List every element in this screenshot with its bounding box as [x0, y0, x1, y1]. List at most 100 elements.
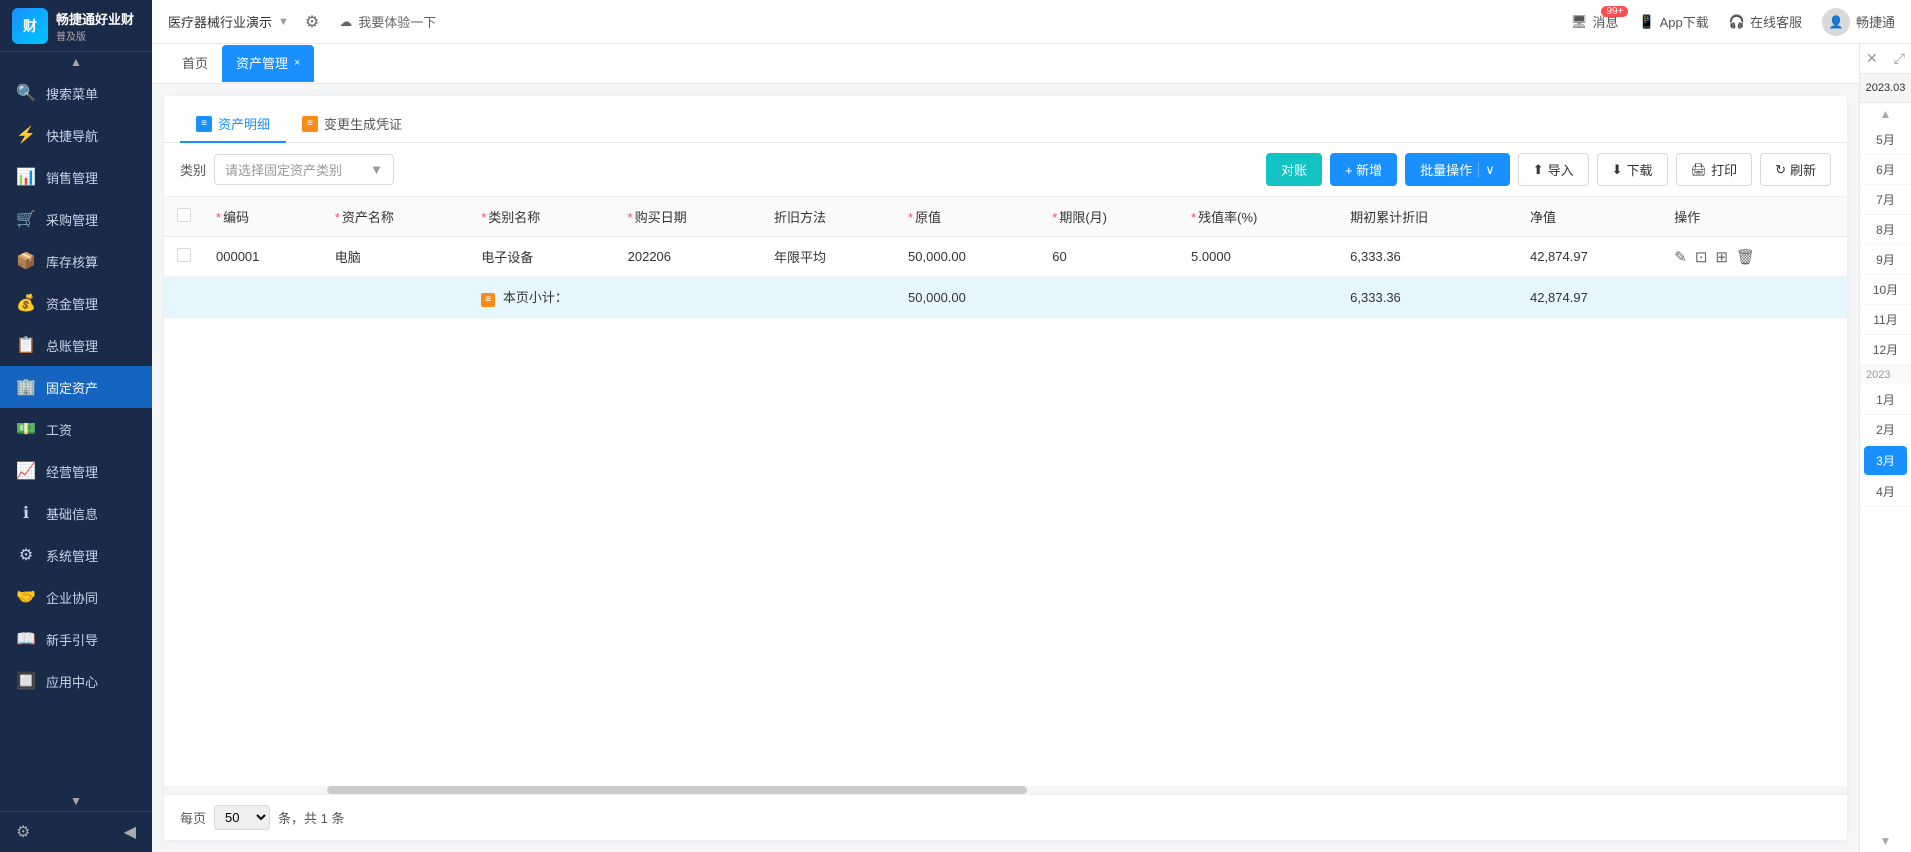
batch-dropdown-arrow-icon[interactable]: ∨ — [1478, 162, 1495, 178]
more-button[interactable]: ⊞ — [1715, 248, 1728, 266]
sidebar-scroll-down[interactable]: ▼ — [0, 791, 152, 811]
inventory-icon: 📦 — [16, 251, 36, 271]
tab-home-label: 首页 — [182, 53, 208, 72]
app-download-button[interactable]: 📱 App下载 — [1638, 12, 1708, 31]
topbar-settings-icon[interactable]: ⚙ — [305, 12, 319, 32]
delete-button[interactable]: 🗑 — [1736, 248, 1755, 266]
subtotal-empty-1 — [164, 277, 204, 318]
sidebar-item-label: 库存核算 — [46, 252, 98, 271]
tab-close-icon[interactable]: × — [294, 57, 300, 69]
sidebar-item-quicknav[interactable]: ⚡ 快捷导航 — [0, 114, 152, 156]
month-11[interactable]: 11月 — [1860, 305, 1911, 335]
sidebar-item-inventory[interactable]: 📦 库存核算 — [0, 240, 152, 282]
filter-select-arrow-icon: ▼ — [370, 162, 383, 177]
month-5[interactable]: 5月 — [1860, 125, 1911, 155]
right-panel-header: 2023.03 — [1860, 74, 1911, 103]
edit-button[interactable]: ✎ — [1674, 248, 1687, 266]
select-all-checkbox[interactable] — [177, 208, 191, 222]
row-actions: ✎ ⊡ ⊞ 🗑 — [1662, 237, 1847, 277]
copy-button[interactable]: ⊡ — [1695, 248, 1708, 266]
month-8[interactable]: 8月 — [1860, 215, 1911, 245]
sub-tab-change-voucher[interactable]: ≡ 变更生成凭证 — [286, 106, 418, 143]
sidebar-item-basic-info[interactable]: ℹ 基础信息 — [0, 492, 152, 534]
row-checkbox[interactable] — [177, 248, 191, 262]
asset-table: *编码 *资产名称 *类别名称 *购买日期 折旧方法 *原值 *期限(月) *残… — [164, 197, 1847, 318]
th-initial-accumulated: 期初累计折旧 — [1338, 197, 1518, 237]
per-page-select[interactable]: 50 100 — [214, 805, 270, 830]
company-selector[interactable]: 医疗器械行业演示 ▼ — [168, 12, 289, 31]
company-name: 医疗器械行业演示 — [168, 12, 272, 31]
batch-button[interactable]: 批量操作 ∨ — [1405, 153, 1510, 186]
action-buttons: ✎ ⊡ ⊞ 🗑 — [1674, 248, 1835, 266]
import-button[interactable]: ⬆ 导入 — [1518, 153, 1589, 186]
right-panel: ✕ ⤢ 2023.03 ▲ 5月 6月 7月 8月 9月 10月 11月 12月… — [1859, 44, 1911, 852]
month-12[interactable]: 12月 — [1860, 335, 1911, 365]
right-panel-controls: ✕ ⤢ — [1860, 44, 1911, 74]
subtotal-empty-6 — [1662, 277, 1847, 318]
change-voucher-tab-icon: ≡ — [302, 116, 318, 132]
collapse-sidebar-icon[interactable]: ◀ — [124, 822, 136, 842]
message-button[interactable]: 🖥 消息 99+ — [1571, 12, 1619, 31]
customer-service-button[interactable]: 🎧 在线客服 — [1729, 12, 1802, 31]
filter-area: 类别 请选择固定资产类别 ▼ — [180, 154, 394, 185]
sub-tab-asset-detail[interactable]: ≡ 资产明细 — [180, 106, 286, 143]
experience-button[interactable]: ☁ 我要体验一下 — [339, 12, 436, 31]
sidebar-item-payroll[interactable]: 💵 工资 — [0, 408, 152, 450]
month-2023-3[interactable]: 3月 — [1864, 446, 1907, 476]
refresh-button[interactable]: ↻ 刷新 — [1760, 153, 1831, 186]
month-2023-1[interactable]: 1月 — [1860, 385, 1911, 415]
month-10[interactable]: 10月 — [1860, 275, 1911, 305]
sidebar-item-fixed-assets[interactable]: 🏢 固定资产 — [0, 366, 152, 408]
row-original-value: 50,000.00 — [896, 237, 1040, 277]
sales-icon: 📊 — [16, 167, 36, 187]
settings-bottom-icon[interactable]: ⚙ — [16, 822, 30, 842]
month-6[interactable]: 6月 — [1860, 155, 1911, 185]
sidebar-item-finance[interactable]: 💰 资金管理 — [0, 282, 152, 324]
finance-icon: 💰 — [16, 293, 36, 313]
ledger-icon: 📋 — [16, 335, 36, 355]
tab-home[interactable]: 首页 — [168, 45, 222, 82]
download-button[interactable]: ⬇ 下载 — [1597, 153, 1668, 186]
inner-page: ≡ 资产明细 ≡ 变更生成凭证 类别 请选择固定资产类 — [152, 84, 1859, 852]
sidebar-item-label: 企业协同 — [46, 588, 98, 607]
sidebar-item-operations[interactable]: 📈 经营管理 — [0, 450, 152, 492]
sidebar-item-label: 经营管理 — [46, 462, 98, 481]
sidebar-scroll-up[interactable]: ▲ — [0, 52, 152, 72]
purchase-icon: 🛒 — [16, 209, 36, 229]
sub-tab-asset-detail-label: 资产明细 — [218, 114, 270, 133]
right-panel-scroll-up[interactable]: ▲ — [1860, 103, 1911, 125]
tab-asset-management[interactable]: 资产管理 × — [222, 45, 314, 82]
sidebar-bottom: ⚙ ◀ — [0, 811, 152, 852]
sidebar-item-guide[interactable]: 📖 新手引导 — [0, 618, 152, 660]
sidebar-item-label: 资金管理 — [46, 294, 98, 313]
right-panel-years: 5月 6月 7月 8月 9月 10月 11月 12月 2023 1月 2月 3月… — [1860, 125, 1911, 830]
sidebar-item-search[interactable]: 🔍 搜索菜单 — [0, 72, 152, 114]
sidebar-item-cooperation[interactable]: 🤝 企业协同 — [0, 576, 152, 618]
filter-select[interactable]: 请选择固定资产类别 ▼ — [214, 154, 394, 185]
subtotal-empty-5 — [1179, 277, 1338, 318]
sidebar-item-purchase[interactable]: 🛒 采购管理 — [0, 198, 152, 240]
right-panel-expand-icon[interactable]: ⤢ — [1894, 50, 1905, 67]
table-scrollbar[interactable] — [164, 786, 1847, 794]
sidebar-item-label: 工资 — [46, 420, 72, 439]
sidebar-item-label: 搜索菜单 — [46, 84, 98, 103]
sidebar-item-ledger[interactable]: 📋 总账管理 — [0, 324, 152, 366]
user-menu[interactable]: 👤 畅捷通 — [1822, 8, 1895, 36]
month-9[interactable]: 9月 — [1860, 245, 1911, 275]
right-panel-scroll-down[interactable]: ▼ — [1860, 830, 1911, 852]
operations-icon: 📈 — [16, 461, 36, 481]
sidebar-item-system[interactable]: ⚙ 系统管理 — [0, 534, 152, 576]
month-7[interactable]: 7月 — [1860, 185, 1911, 215]
basic-info-icon: ℹ — [16, 503, 36, 523]
add-label: + 新增 — [1345, 160, 1382, 179]
table-wrap[interactable]: *编码 *资产名称 *类别名称 *购买日期 折旧方法 *原值 *期限(月) *残… — [164, 197, 1847, 786]
system-icon: ⚙ — [16, 545, 36, 565]
print-button[interactable]: 🖨 打印 — [1676, 153, 1753, 186]
sidebar-item-sales[interactable]: 📊 销售管理 — [0, 156, 152, 198]
right-panel-close-icon[interactable]: ✕ — [1866, 50, 1878, 67]
reconcile-button[interactable]: 对账 — [1266, 153, 1322, 186]
sidebar-item-app-center[interactable]: 🔲 应用中心 — [0, 660, 152, 702]
month-2023-4[interactable]: 4月 — [1860, 477, 1911, 507]
add-button[interactable]: + 新增 — [1330, 153, 1397, 186]
month-2023-2[interactable]: 2月 — [1860, 415, 1911, 445]
